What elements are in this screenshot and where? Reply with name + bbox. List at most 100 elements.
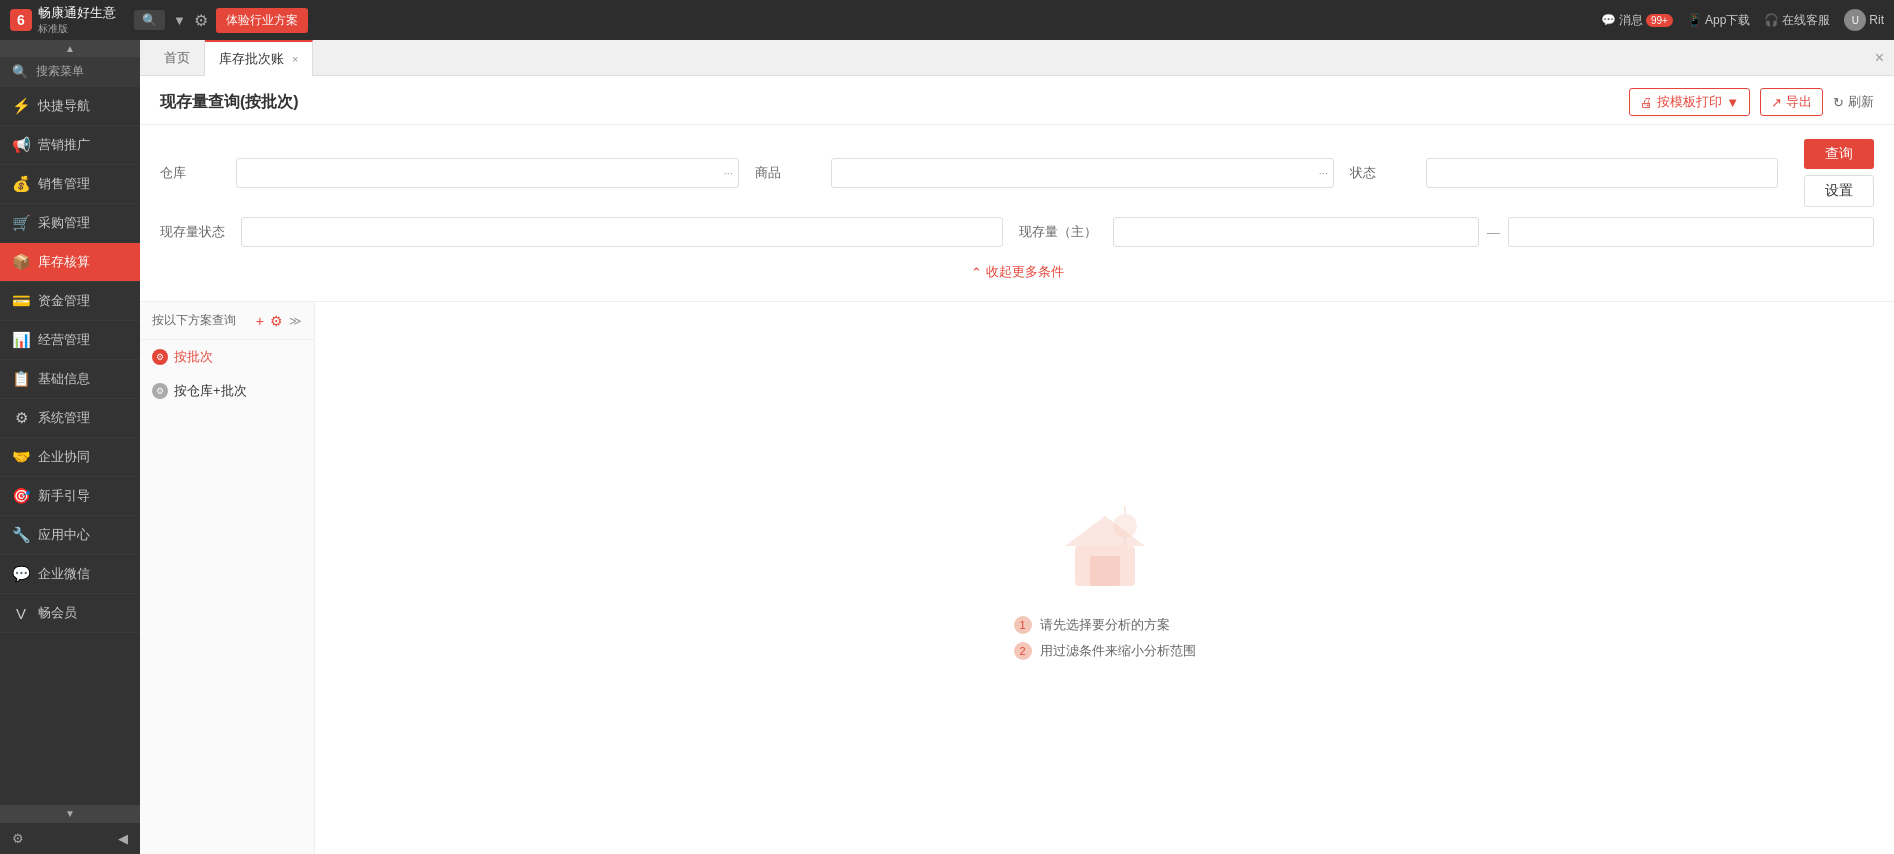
tab-close-btn[interactable]: × bbox=[292, 53, 298, 65]
status-group bbox=[1426, 158, 1778, 188]
logo-area: 6 畅康通好生意 标准版 bbox=[10, 4, 116, 36]
inventory-icon: 📦 bbox=[12, 253, 30, 271]
dropdown-icon: ▼ bbox=[1726, 95, 1739, 110]
main-layout: ▲ 🔍 搜索菜单 ⚡ 快捷导航 📢 营销推广 💰 销售管理 🛒 采购管理 bbox=[0, 40, 1894, 854]
close-panel-btn[interactable]: × bbox=[1875, 49, 1884, 67]
warehouse-group: ··· bbox=[236, 158, 739, 188]
sidebar-item-operation[interactable]: 📊 经营管理 bbox=[0, 321, 140, 360]
warehouse-more-btn[interactable]: ··· bbox=[724, 167, 733, 179]
app-download-label: App下载 bbox=[1705, 12, 1750, 29]
online-service-item[interactable]: 🎧 在线客服 bbox=[1764, 12, 1830, 29]
tabs-bar: 首页 库存批次账 × × bbox=[140, 40, 1894, 76]
messages-item[interactable]: 💬 消息 99+ bbox=[1601, 12, 1673, 29]
tip1-number: 1 bbox=[1014, 616, 1032, 634]
tab-inventory-batch-label: 库存批次账 bbox=[219, 50, 284, 68]
sidebar-item-label: 新手引导 bbox=[38, 487, 90, 505]
search-icon: 🔍 bbox=[142, 13, 157, 27]
sidebar-item-finance[interactable]: 💳 资金管理 bbox=[0, 282, 140, 321]
sidebar-item-basic[interactable]: 📋 基础信息 bbox=[0, 360, 140, 399]
left-panel-item-by-warehouse-batch[interactable]: ⚙ 按仓库+批次 bbox=[140, 374, 314, 408]
content-body: 按以下方案查询 + ⚙ ≫ ⚙ 按批次 ⚙ 按仓库+批次 bbox=[140, 302, 1894, 854]
user-name: Rit bbox=[1869, 13, 1884, 27]
sidebar-settings-icon[interactable]: ⚙ bbox=[12, 831, 24, 846]
by-batch-dot: ⚙ bbox=[152, 349, 168, 365]
product-label: 商品 bbox=[755, 164, 815, 182]
tab-inventory-batch[interactable]: 库存批次账 × bbox=[205, 40, 313, 76]
template-print-btn[interactable]: 🖨 按模板打印 ▼ bbox=[1629, 88, 1750, 116]
sidebar-bottom: ⚙ ◀ bbox=[0, 822, 140, 854]
export-icon: ↗ bbox=[1771, 95, 1782, 110]
message-icon: 💬 bbox=[1601, 13, 1616, 27]
product-more-btn[interactable]: ··· bbox=[1319, 167, 1328, 179]
finance-icon: 💳 bbox=[12, 292, 30, 310]
stock-qty-min-input[interactable] bbox=[1113, 217, 1479, 247]
sidebar-item-wechat[interactable]: 💬 企业微信 bbox=[0, 555, 140, 594]
sidebar-item-label: 快捷导航 bbox=[38, 97, 90, 115]
left-panel-add-icon[interactable]: + bbox=[256, 313, 264, 329]
sidebar-item-label: 企业微信 bbox=[38, 565, 90, 583]
sidebar-collapse-icon[interactable]: ◀ bbox=[118, 831, 128, 846]
stock-status-select[interactable] bbox=[241, 217, 1003, 247]
company-name: 畅康通好生意 bbox=[38, 4, 116, 22]
sidebar-item-marketing[interactable]: 📢 营销推广 bbox=[0, 126, 140, 165]
sidebar-item-enterprise[interactable]: 🤝 企业协同 bbox=[0, 438, 140, 477]
printer-icon: 🖨 bbox=[1640, 95, 1653, 110]
app-download-item[interactable]: 📱 App下载 bbox=[1687, 12, 1750, 29]
page-title: 现存量查询(按批次) bbox=[160, 92, 299, 113]
collapse-up-icon: ⌃ bbox=[971, 265, 982, 280]
experience-btn[interactable]: 体验行业方案 bbox=[216, 8, 308, 33]
empty-illustration bbox=[1055, 496, 1155, 596]
collapse-more-btn[interactable]: ⌃ 收起更多条件 bbox=[160, 257, 1874, 287]
left-panel-item-by-batch[interactable]: ⚙ 按批次 bbox=[140, 340, 314, 374]
operation-icon: 📊 bbox=[12, 331, 30, 349]
tab-home[interactable]: 首页 bbox=[150, 40, 205, 76]
refresh-btn[interactable]: ↻ 刷新 bbox=[1833, 93, 1874, 111]
sidebar-item-purchase[interactable]: 🛒 采购管理 bbox=[0, 204, 140, 243]
product-input[interactable] bbox=[831, 158, 1334, 188]
warehouse-input[interactable] bbox=[236, 158, 739, 188]
status-select[interactable] bbox=[1426, 158, 1778, 188]
system-icon: ⚙ bbox=[12, 409, 30, 427]
left-panel-collapse-icon[interactable]: ≫ bbox=[289, 314, 302, 328]
sidebar-scroll-down[interactable]: ▼ bbox=[0, 805, 140, 822]
sales-icon: 💰 bbox=[12, 175, 30, 193]
sidebar-search-label: 搜索菜单 bbox=[36, 63, 84, 80]
export-btn[interactable]: ↗ 导出 bbox=[1760, 88, 1823, 116]
sidebar-item-system[interactable]: ⚙ 系统管理 bbox=[0, 399, 140, 438]
page-header-actions: 🖨 按模板打印 ▼ ↗ 导出 ↻ 刷新 bbox=[1629, 88, 1874, 116]
empty-tip-1: 1 请先选择要分析的方案 bbox=[1014, 616, 1196, 634]
sidebar-item-search[interactable]: 🔍 搜索菜单 bbox=[0, 57, 140, 87]
sidebar-item-inventory[interactable]: 📦 库存核算 bbox=[0, 243, 140, 282]
member-icon: V bbox=[12, 604, 30, 622]
left-panel-settings-icon[interactable]: ⚙ bbox=[270, 313, 283, 329]
content-area: 首页 库存批次账 × × 现存量查询(按批次) 🖨 按模板打印 ▼ bbox=[140, 40, 1894, 854]
headset-icon: 🎧 bbox=[1764, 13, 1779, 27]
sidebar-items: 🔍 搜索菜单 ⚡ 快捷导航 📢 营销推广 💰 销售管理 🛒 采购管理 📦 bbox=[0, 57, 140, 805]
left-panel: 按以下方案查询 + ⚙ ≫ ⚙ 按批次 ⚙ 按仓库+批次 bbox=[140, 302, 315, 854]
sidebar-item-quick-nav[interactable]: ⚡ 快捷导航 bbox=[0, 87, 140, 126]
product-group: ··· bbox=[831, 158, 1334, 188]
sidebar-item-label: 应用中心 bbox=[38, 526, 90, 544]
stock-qty-max-input[interactable] bbox=[1508, 217, 1874, 247]
sidebar-item-member[interactable]: V 畅会员 bbox=[0, 594, 140, 633]
dropdown-arrow-icon[interactable]: ▼ bbox=[173, 13, 186, 28]
user-avatar-item[interactable]: U Rit bbox=[1844, 9, 1884, 31]
settings-icon[interactable]: ⚙ bbox=[194, 11, 208, 30]
by-warehouse-batch-dot: ⚙ bbox=[152, 383, 168, 399]
query-actions: 查询 设置 bbox=[1804, 139, 1874, 207]
template-print-label: 按模板打印 bbox=[1657, 93, 1722, 111]
sidebar-item-newbie[interactable]: 🎯 新手引导 bbox=[0, 477, 140, 516]
sidebar-item-sales[interactable]: 💰 销售管理 bbox=[0, 165, 140, 204]
company-info: 畅康通好生意 标准版 bbox=[38, 4, 116, 36]
page-header: 现存量查询(按批次) 🖨 按模板打印 ▼ ↗ 导出 ↻ 刷新 bbox=[140, 76, 1894, 125]
online-service-label: 在线客服 bbox=[1782, 12, 1830, 29]
sidebar-scroll-up[interactable]: ▲ bbox=[0, 40, 140, 57]
export-label: 导出 bbox=[1786, 93, 1812, 111]
sidebar: ▲ 🔍 搜索菜单 ⚡ 快捷导航 📢 营销推广 💰 销售管理 🛒 采购管理 bbox=[0, 40, 140, 854]
top-bar-search[interactable]: 🔍 bbox=[134, 10, 165, 30]
sidebar-item-app-center[interactable]: 🔧 应用中心 bbox=[0, 516, 140, 555]
app-download-icon: 📱 bbox=[1687, 13, 1702, 27]
query-btn[interactable]: 查询 bbox=[1804, 139, 1874, 169]
stock-status-group bbox=[241, 217, 1003, 247]
settings-btn[interactable]: 设置 bbox=[1804, 175, 1874, 207]
